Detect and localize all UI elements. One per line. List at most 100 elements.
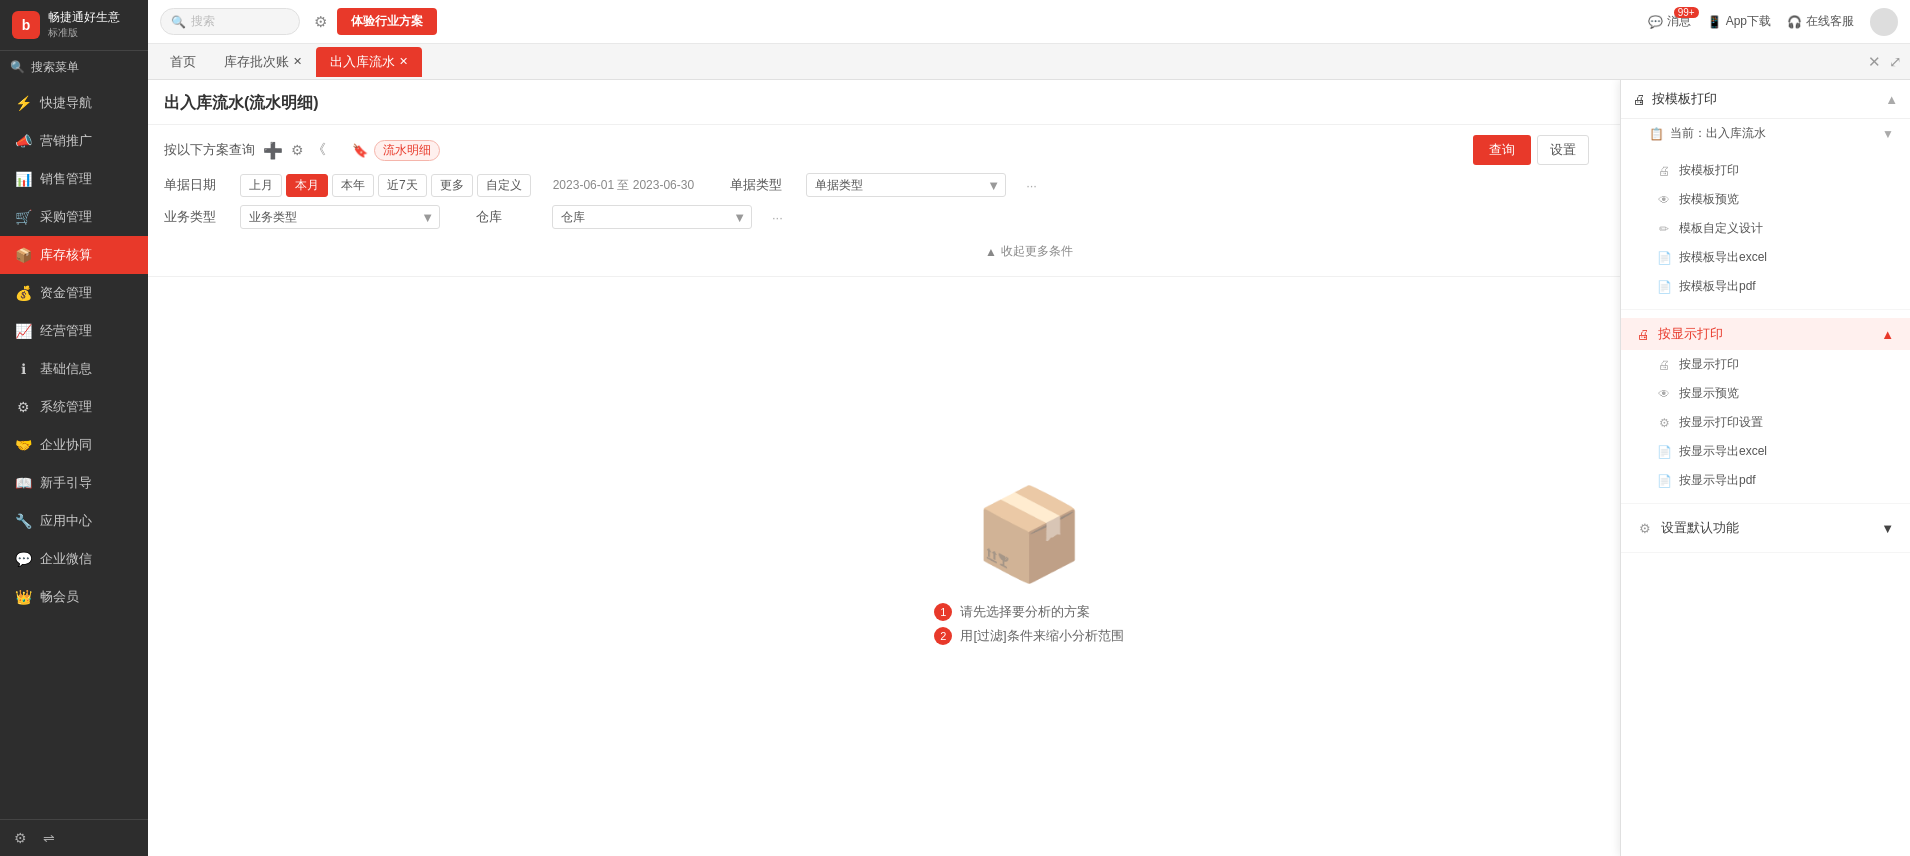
panel-item-display-excel[interactable]: 📄 按显示导出excel	[1621, 437, 1910, 466]
app-version: 标准版	[48, 26, 120, 40]
date-btn-7days[interactable]: 近7天	[378, 174, 427, 197]
marketing-icon: 📣	[14, 133, 32, 149]
tab-home-label: 首页	[170, 53, 196, 71]
panel-item-template-pdf[interactable]: 📄 按模板导出pdf	[1621, 272, 1910, 301]
logo-text-block: 畅捷通好生意 标准版	[48, 10, 120, 40]
panel-section-template: 🖨 按模板打印 👁 按模板预览 ✏ 模板自定义设计 📄 按模板导出excel 📄	[1621, 148, 1910, 310]
template-pdf-label: 按模板导出pdf	[1679, 278, 1756, 295]
finance-icon: 💰	[14, 285, 32, 301]
sidebar-item-member[interactable]: 👑 畅会员	[0, 578, 148, 616]
empty-steps: 1 请先选择要分析的方案 2 用[过滤]条件来缩小分析范围	[934, 603, 1123, 651]
panel-item-template-design[interactable]: ✏ 模板自定义设计	[1621, 214, 1910, 243]
warehouse-more-icon[interactable]: ···	[772, 210, 783, 225]
date-btn-more[interactable]: 更多	[431, 174, 473, 197]
active-filter-tag[interactable]: 流水明细	[374, 140, 440, 161]
sidebar-item-finance[interactable]: 💰 资金管理	[0, 274, 148, 312]
active-filter-icon: 🔖	[352, 143, 368, 158]
topbar-search-box[interactable]: 🔍 搜索	[160, 8, 300, 35]
tab-home[interactable]: 首页	[156, 47, 210, 77]
filter-collapse-icon[interactable]: 《	[312, 141, 326, 159]
tab-batch-account-close-icon[interactable]: ✕	[293, 55, 302, 68]
settings-btn[interactable]: 设置	[1537, 135, 1589, 165]
panel-item-display-settings[interactable]: ⚙ 按显示打印设置	[1621, 408, 1910, 437]
sidebar-item-inventory[interactable]: 📦 库存核算	[0, 236, 148, 274]
panel-item-template-excel[interactable]: 📄 按模板导出excel	[1621, 243, 1910, 272]
online-service-btn[interactable]: 🎧 在线客服	[1787, 13, 1854, 30]
current-label: 当前：出入库流水	[1664, 125, 1882, 142]
step-1-num: 1	[934, 603, 952, 621]
filter-label: 按以下方案查询	[164, 141, 255, 159]
date-btn-this-year[interactable]: 本年	[332, 174, 374, 197]
sidebar: b 畅捷通好生意 标准版 🔍 搜索菜单 ⚡ 快捷导航 📣 营销推广 📊 销售管理…	[0, 0, 148, 856]
maximize-icon[interactable]: ⤢	[1889, 53, 1902, 71]
panel-title-text: 按模板打印	[1652, 90, 1717, 108]
doc-type-select[interactable]: 单据类型	[806, 173, 1006, 197]
wechat-icon: 💬	[14, 551, 32, 567]
sidebar-item-business[interactable]: 📈 经营管理	[0, 312, 148, 350]
trial-btn[interactable]: 体验行业方案	[337, 8, 437, 35]
sidebar-item-system[interactable]: ⚙ 系统管理	[0, 388, 148, 426]
date-btn-custom[interactable]: 自定义	[477, 174, 531, 197]
sidebar-item-wechat[interactable]: 💬 企业微信	[0, 540, 148, 578]
display-preview-label: 按显示预览	[1679, 385, 1739, 402]
template-excel-icon: 📄	[1657, 251, 1671, 265]
service-icon: 🎧	[1787, 15, 1802, 29]
template-excel-label: 按模板导出excel	[1679, 249, 1767, 266]
date-btn-last-month[interactable]: 上月	[240, 174, 282, 197]
add-filter-btn[interactable]: ➕	[263, 141, 283, 160]
panel-header: 🖨 按模板打印 ▲	[1621, 80, 1910, 119]
display-header-label: 按显示打印	[1658, 325, 1723, 343]
settings-gear-icon[interactable]: ⚙	[14, 830, 27, 846]
panel-item-template-print[interactable]: 🖨 按模板打印	[1621, 156, 1910, 185]
panel-item-template-preview[interactable]: 👁 按模板预览	[1621, 185, 1910, 214]
current-chevron-icon[interactable]: ▼	[1882, 127, 1894, 141]
date-btn-this-month[interactable]: 本月	[286, 174, 328, 197]
panel-item-display-print[interactable]: 🖨 按显示打印	[1621, 350, 1910, 379]
sidebar-item-label: 企业微信	[40, 550, 92, 568]
filter-settings-icon[interactable]: ⚙	[291, 142, 304, 158]
tab-inout-flow-label: 出入库流水	[330, 53, 395, 71]
panel-item-display-print-header[interactable]: 🖨 按显示打印 ▲	[1621, 318, 1910, 350]
panel-item-display-preview[interactable]: 👁 按显示预览	[1621, 379, 1910, 408]
sidebar-item-guide[interactable]: 📖 新手引导	[0, 464, 148, 502]
sidebar-item-sales[interactable]: 📊 销售管理	[0, 160, 148, 198]
topbar-settings-icon[interactable]: ⚙	[314, 13, 327, 31]
sidebar-search-menu[interactable]: 🔍 搜索菜单	[0, 51, 148, 84]
display-print-icon: 🖨	[1657, 358, 1671, 372]
tab-batch-account-label: 库存批次账	[224, 53, 289, 71]
tab-batch-account[interactable]: 库存批次账 ✕	[210, 47, 316, 77]
panel-section-display: 🖨 按显示打印 ▲ 🖨 按显示打印 👁 按显示预览 ⚙ 按显示打印设置	[1621, 310, 1910, 504]
tab-inout-flow-close-icon[interactable]: ✕	[399, 55, 408, 68]
doc-type-more-icon[interactable]: ···	[1026, 178, 1037, 193]
search-menu-label: 搜索菜单	[31, 59, 79, 76]
messages-btn[interactable]: 💬 消息 99+	[1648, 13, 1691, 30]
sidebar-bottom: ⚙ ⇌	[0, 819, 148, 856]
tab-inout-flow[interactable]: 出入库流水 ✕	[316, 47, 422, 77]
sidebar-item-marketing[interactable]: 📣 营销推广	[0, 122, 148, 160]
sidebar-item-apps[interactable]: 🔧 应用中心	[0, 502, 148, 540]
warehouse-filter-label: 仓库	[476, 208, 536, 226]
app-download-btn[interactable]: 📱 App下载	[1707, 13, 1771, 30]
panel-chevron-up-icon[interactable]: ▲	[1885, 92, 1898, 107]
user-avatar[interactable]	[1870, 8, 1898, 36]
template-design-label: 模板自定义设计	[1679, 220, 1763, 237]
sidebar-item-basics[interactable]: ℹ 基础信息	[0, 350, 148, 388]
close-content-icon[interactable]: ✕	[1868, 53, 1881, 71]
warehouse-select-wrapper: 仓库 ▼	[552, 205, 752, 229]
fold-sidebar-icon[interactable]: ⇌	[43, 830, 55, 846]
basics-icon: ℹ	[14, 361, 32, 377]
panel-item-display-pdf[interactable]: 📄 按显示导出pdf	[1621, 466, 1910, 495]
sidebar-item-collab[interactable]: 🤝 企业协同	[0, 426, 148, 464]
display-excel-icon: 📄	[1657, 445, 1671, 459]
warehouse-select[interactable]: 仓库	[552, 205, 752, 229]
sidebar-item-purchase[interactable]: 🛒 采购管理	[0, 198, 148, 236]
sidebar-item-quick-nav[interactable]: ⚡ 快捷导航	[0, 84, 148, 122]
biz-type-select[interactable]: 业务类型	[240, 205, 440, 229]
template-print-icon: 🖨	[1657, 164, 1671, 178]
page-content: 出入库流水(流水明细) 🖨 按模板打印 ▲ 📤 导出 🔄 刷新	[148, 80, 1910, 856]
active-tag-label: 流水明细	[383, 142, 431, 159]
query-btn[interactable]: 查询	[1473, 135, 1531, 165]
sidebar-item-label: 基础信息	[40, 360, 92, 378]
panel-item-set-default[interactable]: ⚙ 设置默认功能 ▼	[1621, 512, 1910, 544]
sidebar-item-label: 企业协同	[40, 436, 92, 454]
